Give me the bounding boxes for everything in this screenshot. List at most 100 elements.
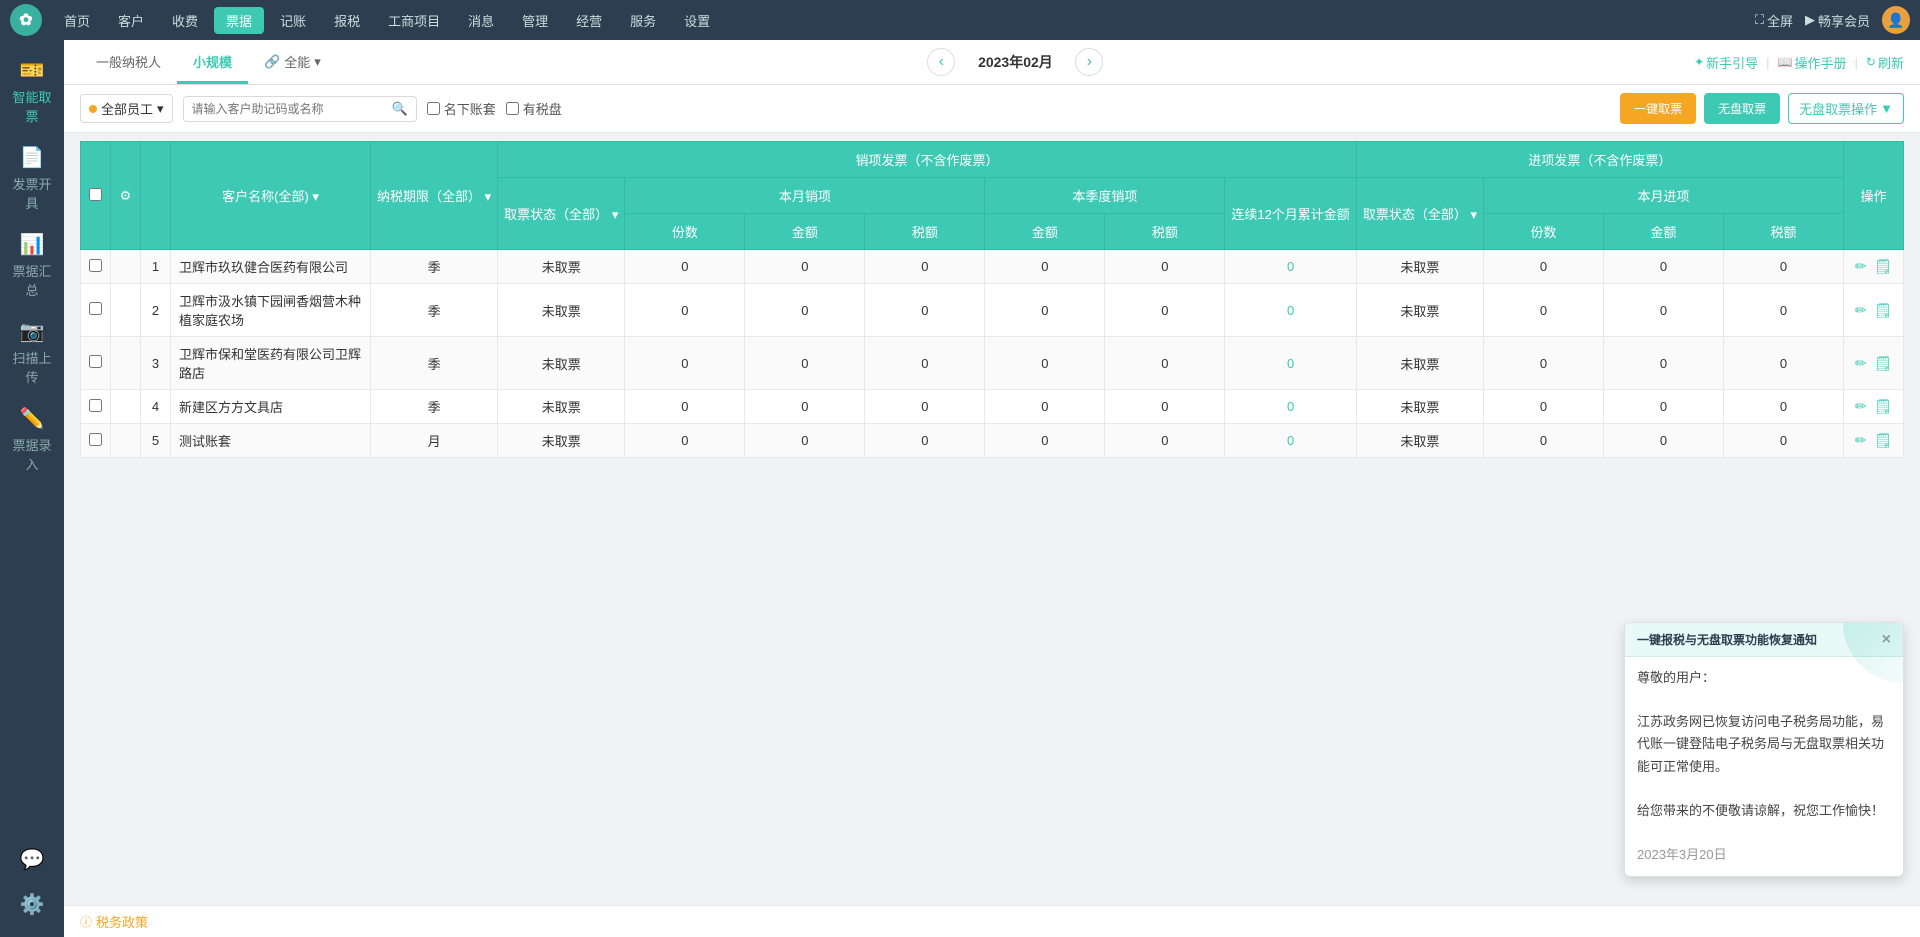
vip-btn[interactable]: ▶ 畅享会员 [1805,11,1870,30]
detail-icon[interactable]: 🗒 [1874,258,1892,274]
edit-icon[interactable]: ✏ [1855,432,1867,448]
nav-business[interactable]: 工商项目 [376,7,452,34]
row-s-12m-link[interactable]: 0 [1287,433,1294,448]
sidebar-settings[interactable]: ⚙️ [12,882,53,927]
fullscreen-btn[interactable]: ⛶ 全屏 [1755,11,1793,30]
row-p-monthly-tax: 0 [1723,284,1843,337]
edit-icon[interactable]: ✏ [1855,302,1867,318]
select-all-checkbox[interactable] [89,188,102,201]
header-checkbox-col [81,142,111,250]
row-s-monthly-tax: 0 [865,250,985,284]
nav-bookkeeping[interactable]: 记账 [268,7,318,34]
nav-tax[interactable]: 报税 [322,7,372,34]
no-disk-fetch-button[interactable]: 无盘取票 [1704,93,1780,124]
row-s-12m-link[interactable]: 0 [1287,303,1294,318]
nav-message[interactable]: 消息 [456,7,506,34]
edit-icon[interactable]: ✏ [1855,398,1867,414]
search-input[interactable] [184,98,384,120]
detail-icon[interactable]: 🗒 [1874,432,1892,448]
row-p-monthly-tax: 0 [1723,250,1843,284]
tax-disk-check[interactable] [506,102,519,115]
tab-small-scale[interactable]: 小规模 [177,42,248,84]
sub-account-checkbox[interactable]: 名下账套 [427,99,496,118]
tab-all-in-one[interactable]: 🔗 全能 ▾ [248,42,337,84]
sidebar-label-scan-upload: 扫描上传 [8,348,56,386]
row-purchase-status: 未取票 [1356,390,1483,424]
row-s-12m: 0 [1225,390,1356,424]
row-purchase-status: 未取票 [1356,284,1483,337]
row-p-monthly-count: 0 [1483,250,1603,284]
row-s-12m-link[interactable]: 0 [1287,356,1294,371]
row-s-monthly-amount: 0 [745,424,865,458]
detail-icon[interactable]: 🗒 [1874,355,1892,371]
row-settings [111,390,141,424]
row-checkbox[interactable] [81,424,111,458]
row-s-monthly-tax: 0 [865,337,985,390]
nav-invoice[interactable]: 票据 [214,7,264,34]
user-avatar[interactable]: 👤 [1882,6,1910,34]
row-settings [111,424,141,458]
next-month-button[interactable]: › [1075,48,1103,76]
detail-icon[interactable]: 🗒 [1874,302,1892,318]
nav-billing[interactable]: 收费 [160,7,210,34]
nav-operation[interactable]: 经营 [564,7,614,34]
edit-icon[interactable]: ✏ [1855,355,1867,371]
no-disk-ops-button[interactable]: 无盘取票操作 ▼ [1788,93,1904,124]
search-button[interactable]: 🔍 [384,97,416,121]
notification-text: 尊敬的用户： 江苏政务网已恢复访问电子税务局功能，易代账一键登陆电子税务局与无盘… [1637,667,1891,866]
nav-service[interactable]: 服务 [618,7,668,34]
row-sales-status: 未取票 [498,424,625,458]
row-index: 1 [141,250,171,284]
nav-management[interactable]: 管理 [510,7,560,34]
nav-settings[interactable]: 设置 [672,7,722,34]
filter-icon-customer[interactable]: ▾ [312,189,319,204]
tax-policy-link[interactable]: ⓘ 税务政策 [80,912,148,931]
employee-label: 全部员工 [101,99,153,118]
filter-bar: 全部员工 ▾ 🔍 名下账套 有税盘 一键取票 无盘取票 无盘取票操作 ▼ [64,85,1920,133]
tab-bar: 一般纳税人 小规模 🔗 全能 ▾ [80,40,337,84]
row-checkbox[interactable] [81,337,111,390]
sidebar-label-smart-fetch: 智能取票 [8,87,56,125]
tab-general-taxpayer[interactable]: 一般纳税人 [80,42,177,84]
sidebar-chat[interactable]: 💬 [12,837,53,882]
nav-customer[interactable]: 客户 [106,7,156,34]
header-s-quarterly-amount: 金额 [985,214,1105,250]
row-index: 5 [141,424,171,458]
new-guide-link[interactable]: ✦ 新手引导 [1694,53,1758,72]
employee-chevron-icon: ▾ [157,101,164,117]
edit-icon[interactable]: ✏ [1855,258,1867,274]
header-p-monthly-tax: 税额 [1723,214,1843,250]
filter-icon-sales-status[interactable]: ▾ [612,207,619,222]
table-settings-icon[interactable]: ⚙ [120,188,132,203]
sub-account-check[interactable] [427,102,440,115]
nav-home[interactable]: 首页 [52,7,102,34]
row-tax-period: 季 [371,250,498,284]
employee-dropdown[interactable]: 全部员工 ▾ [80,94,173,123]
refresh-link[interactable]: ↻ 刷新 [1866,53,1904,72]
row-checkbox[interactable] [81,284,111,337]
sidebar-item-invoice-summary[interactable]: 📊 票据汇总 [0,222,64,309]
prev-month-button[interactable]: ‹ [927,48,955,76]
filter-icon-purchase-status[interactable]: ▾ [1470,207,1477,222]
row-s-quarterly-amount: 0 [985,337,1105,390]
sidebar-item-smart-fetch[interactable]: 🎫 智能取票 [0,48,64,135]
row-checkbox[interactable] [81,390,111,424]
manual-link[interactable]: 📖 操作手册 [1778,53,1847,72]
row-checkbox[interactable] [81,250,111,284]
sidebar-item-scan-upload[interactable]: 📷 扫描上传 [0,309,64,396]
filter-right-buttons: 一键取票 无盘取票 无盘取票操作 ▼ [1620,93,1904,124]
row-s-12m: 0 [1225,250,1356,284]
filter-icon-tax-period[interactable]: ▾ [485,189,492,204]
row-s-12m-link[interactable]: 0 [1287,399,1294,414]
row-s-12m-link[interactable]: 0 [1287,259,1294,274]
tax-disk-checkbox[interactable]: 有税盘 [506,99,562,118]
row-s-quarterly-tax: 0 [1105,390,1225,424]
row-s-monthly-count: 0 [625,390,745,424]
row-s-monthly-count: 0 [625,424,745,458]
detail-icon[interactable]: 🗒 [1874,398,1892,414]
date-navigation: ‹ 2023年02月 › [337,42,1694,82]
one-click-fetch-button[interactable]: 一键取票 [1620,93,1696,124]
header-operation-col: 操作 [1844,142,1904,250]
sidebar-item-invoice-entry[interactable]: ✏️ 票据录入 [0,396,64,483]
sidebar-item-invoice-issue[interactable]: 📄 发票开具 [0,135,64,222]
